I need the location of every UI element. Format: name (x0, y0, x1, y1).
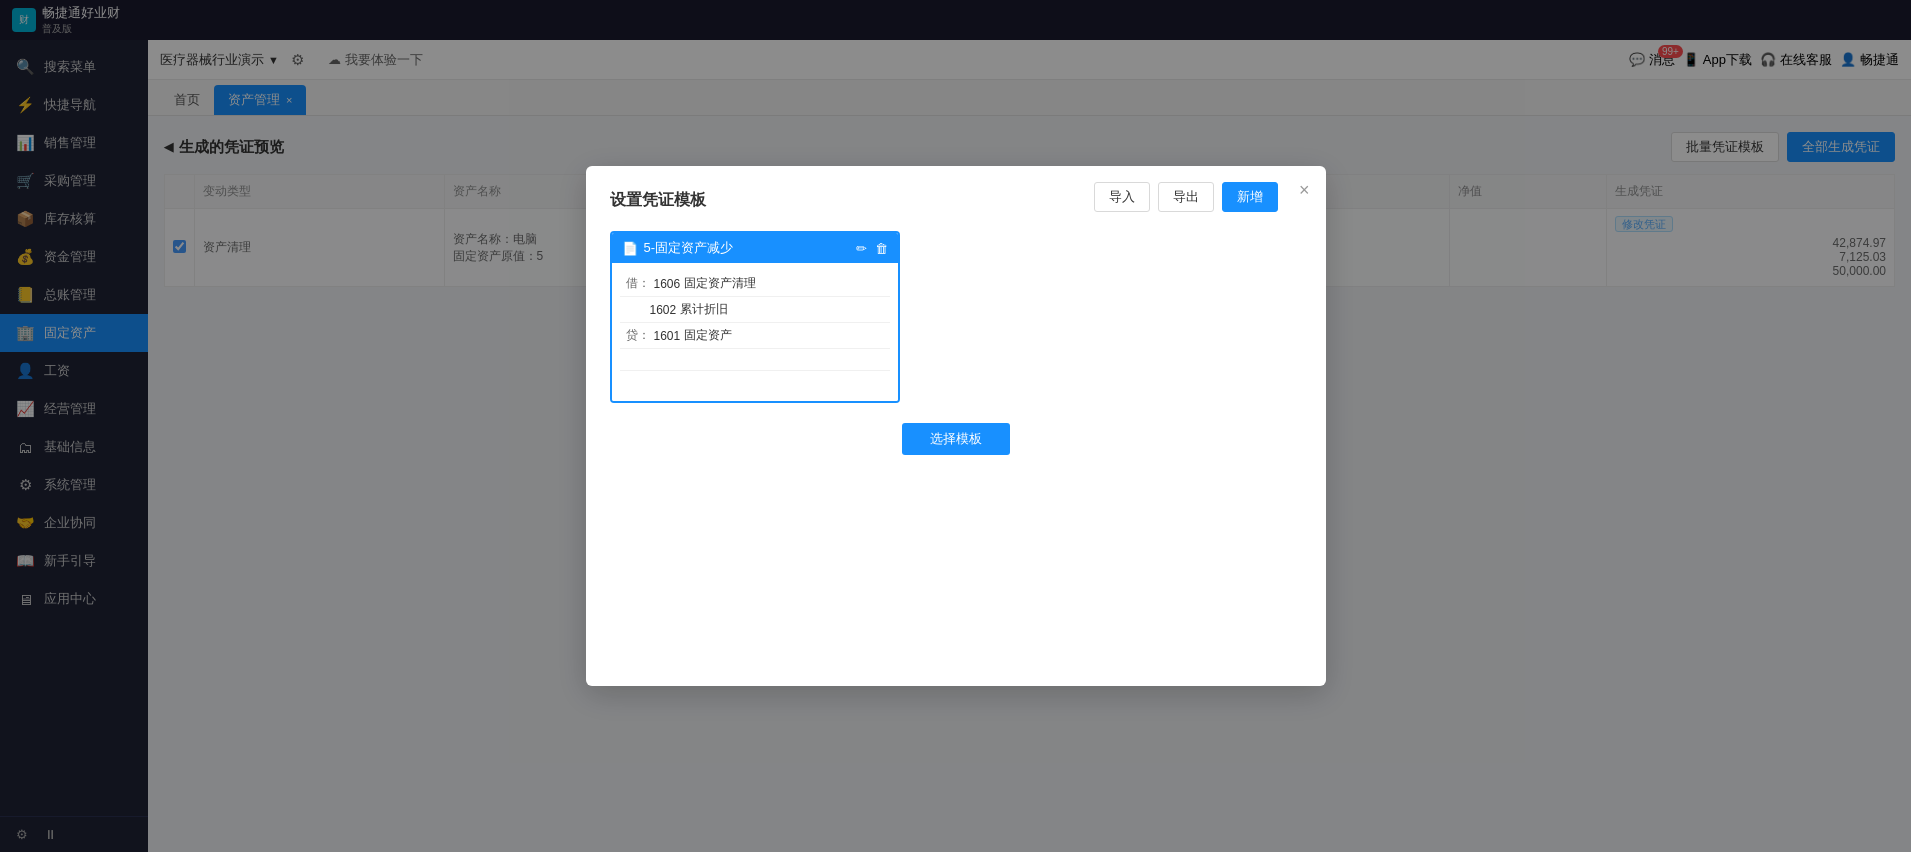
debit-code-2: 1602 (650, 303, 677, 317)
template-credit-row-1: 贷： 1601 固定资产 (620, 323, 890, 349)
template-title: 固定资产减少 (655, 240, 733, 255)
template-name: 5-固定资产减少 (644, 239, 734, 257)
template-card-header: 📄 5-固定资产减少 ✏ 🗑 (612, 233, 898, 263)
voucher-template-modal: 设置凭证模板 导入 导出 新增 × 📄 5-固定资产减少 ✏ (586, 166, 1326, 686)
modal-toolbar: 导入 导出 新增 (1094, 182, 1278, 212)
modal-overlay[interactable]: 设置凭证模板 导入 导出 新增 × 📄 5-固定资产减少 ✏ (0, 0, 1911, 852)
template-list: 📄 5-固定资产减少 ✏ 🗑 借： 1606 固定资产清理 (610, 231, 1302, 403)
debit-code-1: 1606 (654, 277, 681, 291)
template-header-left: 📄 5-固定资产减少 (622, 239, 734, 257)
new-template-btn[interactable]: 新增 (1222, 182, 1278, 212)
modal-close-btn[interactable]: × (1299, 180, 1310, 201)
template-id: 5 (644, 240, 651, 255)
debit-name-1: 固定资产清理 (684, 275, 756, 292)
select-template-btn[interactable]: 选择模板 (902, 423, 1010, 455)
export-btn[interactable]: 导出 (1158, 182, 1214, 212)
credit-label-1: 贷： (626, 327, 650, 344)
edit-template-icon[interactable]: ✏ (856, 241, 867, 256)
template-debit-row-2: 1602 累计折旧 (620, 297, 890, 323)
credit-name-1: 固定资产 (684, 327, 732, 344)
import-btn[interactable]: 导入 (1094, 182, 1150, 212)
template-empty-row (620, 349, 890, 371)
template-card-body: 借： 1606 固定资产清理 1602 累计折旧 贷： 1601 固定资产 (612, 263, 898, 401)
template-card-actions: ✏ 🗑 (856, 241, 888, 256)
delete-template-icon[interactable]: 🗑 (875, 241, 888, 256)
template-debit-row-1: 借： 1606 固定资产清理 (620, 271, 890, 297)
debit-name-2: 累计折旧 (680, 301, 728, 318)
credit-code-1: 1601 (654, 329, 681, 343)
template-card: 📄 5-固定资产减少 ✏ 🗑 借： 1606 固定资产清理 (610, 231, 900, 403)
template-empty-row-2 (620, 371, 890, 393)
template-doc-icon: 📄 (622, 241, 638, 256)
debit-label-1: 借： (626, 275, 650, 292)
